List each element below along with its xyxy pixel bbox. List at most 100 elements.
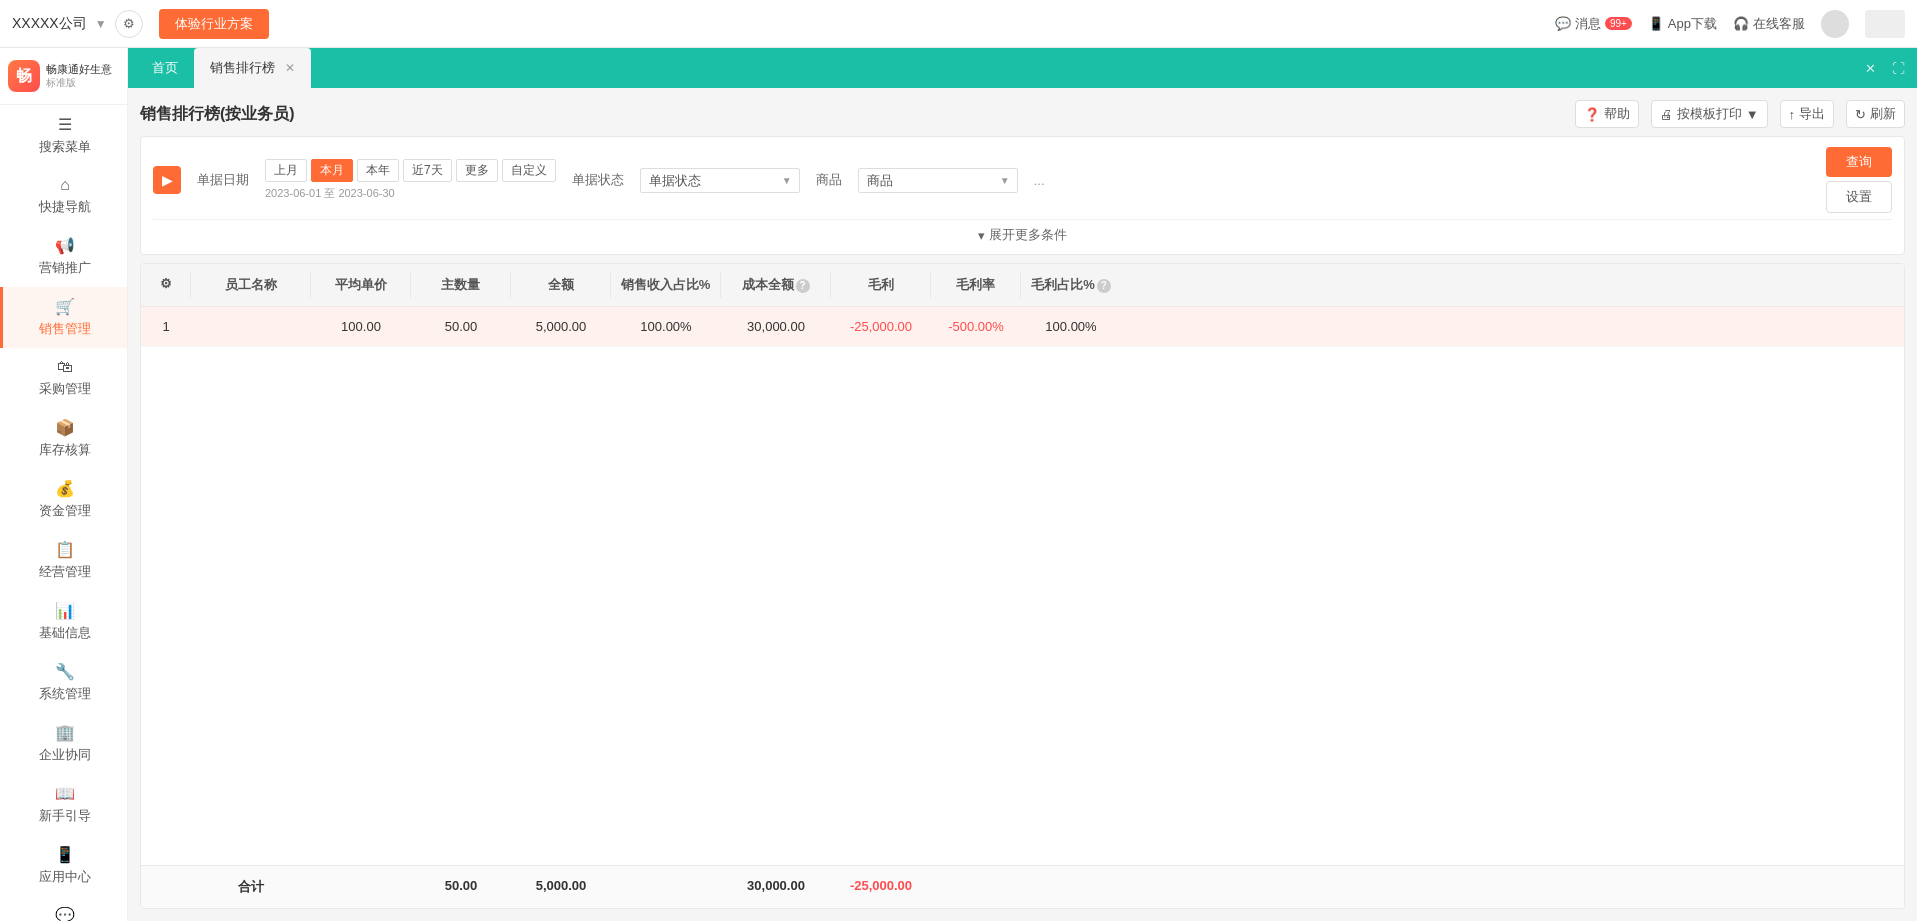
settings-button[interactable]: 设置: [1826, 181, 1892, 213]
sidebar-label-basics: 基础信息: [39, 624, 91, 642]
sidebar-item-shortcut[interactable]: ⌂ 快捷导航: [0, 166, 127, 226]
app-icon: 📱: [1648, 16, 1664, 31]
tf-grossprofit: -25,000.00: [831, 874, 931, 900]
tf-costamount: 30,000.00: [721, 874, 831, 900]
print-label: 按模板打印: [1677, 105, 1742, 123]
td-salespct: 100.00%: [611, 315, 721, 338]
sidebar-label-sales: 销售管理: [39, 320, 91, 338]
avatar[interactable]: [1821, 10, 1849, 38]
tf-avgprice: [311, 874, 411, 900]
th-grossmargin: 毛利率: [931, 272, 1021, 298]
sidebar-item-appcenter[interactable]: 📱 应用中心: [0, 835, 127, 896]
sidebar-item-wechat[interactable]: 💬 企业微信: [0, 896, 127, 921]
search-icon: ☰: [58, 115, 72, 134]
td-name: [191, 315, 311, 338]
filter-toggle-btn[interactable]: ▶: [153, 166, 181, 194]
sidebar-item-finance[interactable]: 💰 资金管理: [0, 469, 127, 530]
custom-btn[interactable]: 自定义: [502, 159, 556, 182]
print-dropdown-icon: ▼: [1746, 107, 1759, 122]
sidebar-item-purchase[interactable]: 🛍 采购管理: [0, 348, 127, 408]
wechat-icon: 💬: [55, 906, 75, 921]
help-label: 帮助: [1604, 105, 1630, 123]
export-button[interactable]: ↑ 导出: [1780, 100, 1835, 128]
basics-icon: 📊: [55, 601, 75, 620]
user-name-placeholder: [1865, 10, 1905, 38]
system-icon: 🔧: [55, 662, 75, 681]
help-icon: ❓: [1584, 107, 1600, 122]
grosspct-info-icon[interactable]: ?: [1097, 279, 1111, 293]
trial-button[interactable]: 体验行业方案: [159, 9, 269, 39]
inventory-icon: 📦: [55, 418, 75, 437]
filter-section: ▶ 单据日期 上月 本月 本年 近7天 更多 自定义 2023-06-01 至 …: [140, 136, 1905, 255]
top-bar: XXXXX公司 ▼ ⚙ 体验行业方案 💬 消息 99+ 📱 App下载 🎧 在线…: [0, 0, 1917, 48]
date-filter-label: 单据日期: [197, 171, 249, 189]
page-title: 销售排行榜(按业务员): [140, 104, 295, 125]
message-item[interactable]: 💬 消息 99+: [1555, 15, 1632, 33]
this-month-btn[interactable]: 本月: [311, 159, 353, 182]
close-icon: ✕: [1865, 61, 1876, 76]
sidebar-item-system[interactable]: 🔧 系统管理: [0, 652, 127, 713]
last7days-btn[interactable]: 近7天: [403, 159, 452, 182]
message-label: 消息: [1575, 15, 1601, 33]
filter-right-btns: 查询 设置: [1826, 147, 1892, 213]
sidebar-item-basics[interactable]: 📊 基础信息: [0, 591, 127, 652]
print-button[interactable]: 🖨 按模板打印 ▼: [1651, 100, 1768, 128]
th-mainqty: 主数量: [411, 272, 511, 298]
settings-icon-btn[interactable]: ⚙: [115, 10, 143, 38]
app-download-item[interactable]: 📱 App下载: [1648, 15, 1717, 33]
tab-home[interactable]: 首页: [136, 48, 194, 88]
sidebar-item-guide[interactable]: 📖 新手引导: [0, 774, 127, 835]
th-costamount: 成本全额?: [721, 272, 831, 298]
table-section: ⚙ 员工名称 平均单价 主数量 全额 销售收入占比% 成本全额? 毛利 毛利率 …: [140, 263, 1905, 909]
sidebar-label-appcenter: 应用中心: [39, 868, 91, 886]
tab-expand-btn[interactable]: ⛶: [1888, 57, 1909, 80]
td-rank: 1: [141, 315, 191, 338]
th-settings[interactable]: ⚙: [141, 272, 191, 298]
help-button[interactable]: ❓ 帮助: [1575, 100, 1639, 128]
sidebar: 畅 畅康通好生意 标准版 ☰ 搜索菜单 ⌂ 快捷导航 📢 营销推广 🛒 销售管理…: [0, 48, 128, 921]
prev-month-btn[interactable]: 上月: [265, 159, 307, 182]
purchase-icon: 🛍: [57, 358, 73, 376]
sidebar-label-search: 搜索菜单: [39, 138, 91, 156]
td-grossprofit: -25,000.00: [831, 315, 931, 338]
sidebar-label-guide: 新手引导: [39, 807, 91, 825]
sidebar-item-inventory[interactable]: 📦 库存核算: [0, 408, 127, 469]
tf-sum-label: 合计: [191, 874, 311, 900]
more-filters-btn[interactable]: ...: [1034, 173, 1045, 188]
gear-icon: ⚙: [123, 16, 135, 31]
logo-line2: 标准版: [46, 76, 112, 90]
refresh-icon: ↻: [1855, 107, 1866, 122]
status-select[interactable]: 单据状态 已审核 未审核: [640, 168, 800, 193]
tab-home-label: 首页: [152, 59, 178, 77]
sidebar-item-operations[interactable]: 📋 经营管理: [0, 530, 127, 591]
table-footer: 合计 50.00 5,000.00 30,000.00 -25,000.00: [141, 865, 1904, 908]
sidebar-item-sales[interactable]: 🛒 销售管理: [0, 287, 127, 348]
sidebar-item-enterprise[interactable]: 🏢 企业协同: [0, 713, 127, 774]
filter-expand-row: ▾ 展开更多条件: [153, 219, 1892, 244]
status-select-wrapper: 单据状态 已审核 未审核: [640, 168, 800, 193]
online-support-item[interactable]: 🎧 在线客服: [1733, 15, 1805, 33]
tab-close-all-btn[interactable]: ✕: [1861, 57, 1880, 80]
sidebar-item-marketing[interactable]: 📢 营销推广: [0, 226, 127, 287]
goods-select[interactable]: 商品: [858, 168, 1018, 193]
th-salespct: 销售收入占比%: [611, 272, 721, 298]
query-button[interactable]: 查询: [1826, 147, 1892, 177]
tab-close-icon[interactable]: ✕: [285, 61, 295, 75]
th-name: 员工名称: [191, 272, 311, 298]
page-content: 销售排行榜(按业务员) ❓ 帮助 🖨 按模板打印 ▼ ↑ 导出: [128, 88, 1917, 921]
tab-bar-right: ✕ ⛶: [1861, 57, 1909, 80]
sidebar-item-search[interactable]: ☰ 搜索菜单: [0, 105, 127, 166]
this-year-btn[interactable]: 本年: [357, 159, 399, 182]
tf-grosspct: [1021, 874, 1121, 900]
td-grossmargin: -500.00%: [931, 315, 1021, 338]
content-area: 首页 销售排行榜 ✕ ✕ ⛶ 销售排行榜(按业务员): [128, 48, 1917, 921]
cost-info-icon[interactable]: ?: [796, 279, 810, 293]
finance-icon: 💰: [55, 479, 75, 498]
tab-sales-ranking[interactable]: 销售排行榜 ✕: [194, 48, 311, 88]
refresh-button[interactable]: ↻ 刷新: [1846, 100, 1905, 128]
expand-button[interactable]: ▾ 展开更多条件: [978, 226, 1067, 244]
home-icon: ⌂: [60, 176, 70, 194]
more-btn[interactable]: 更多: [456, 159, 498, 182]
company-dropdown-icon[interactable]: ▼: [95, 17, 107, 31]
date-buttons: 上月 本月 本年 近7天 更多 自定义: [265, 159, 556, 182]
